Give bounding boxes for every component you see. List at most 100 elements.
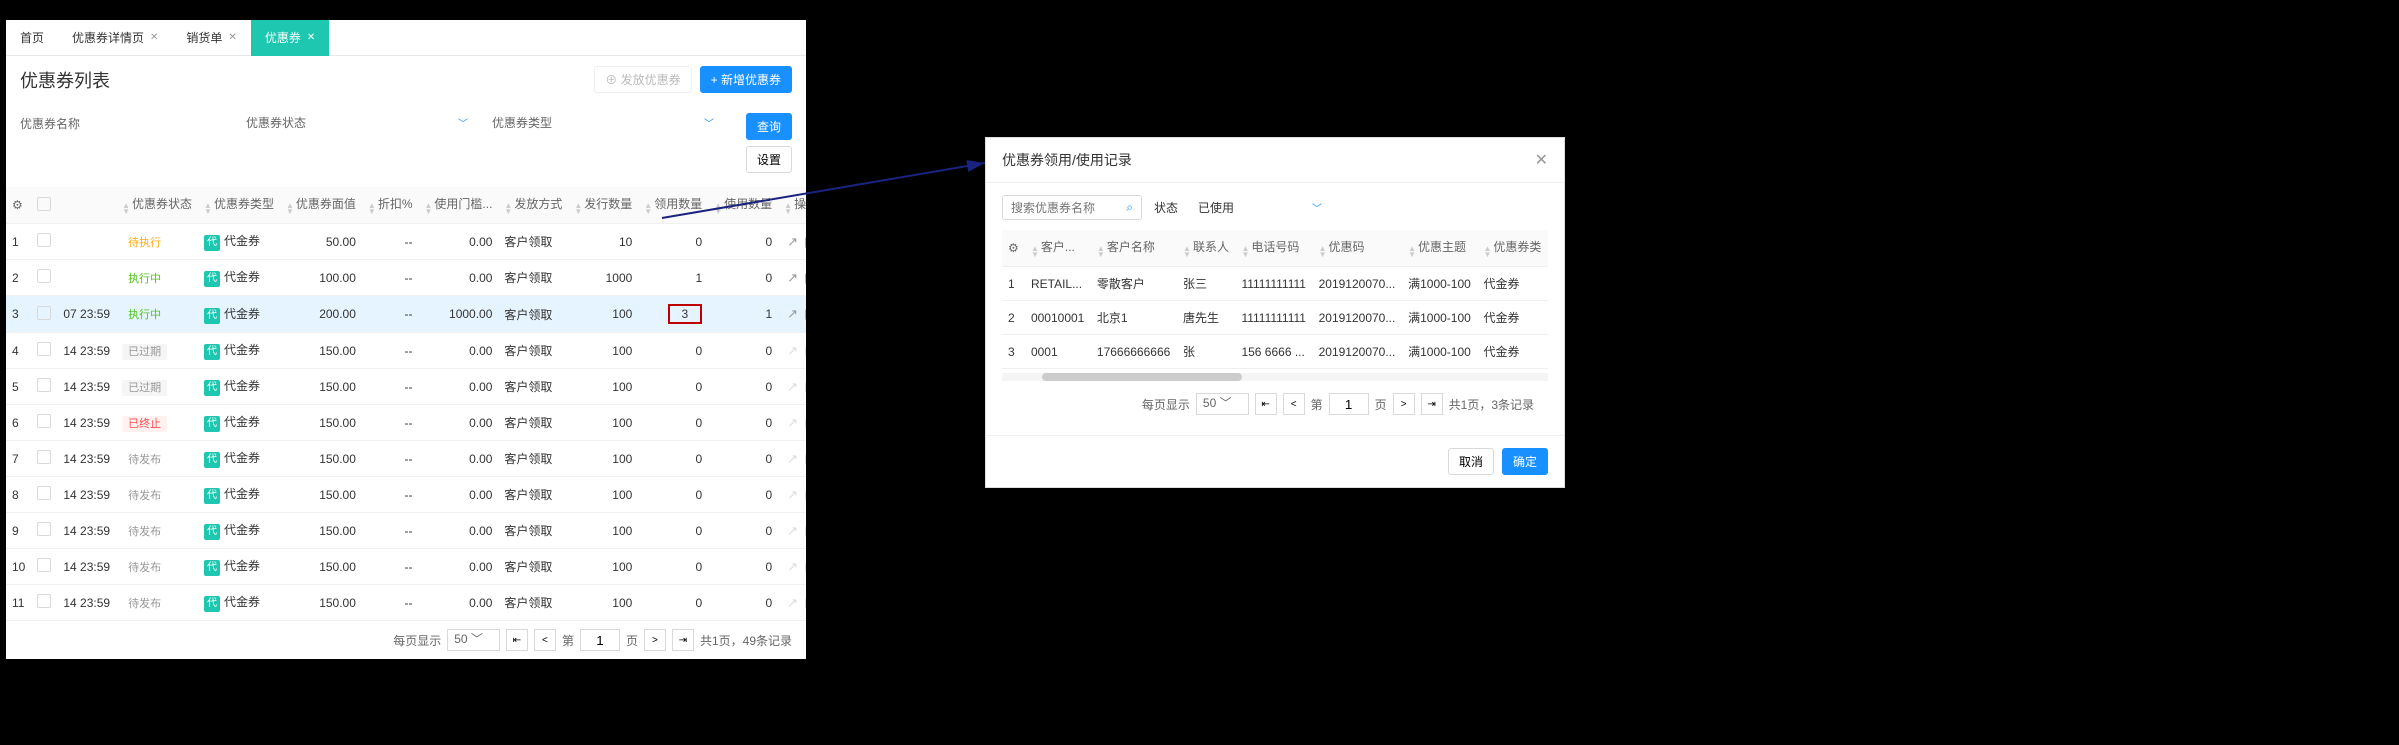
row-checkbox[interactable] <box>37 306 51 320</box>
row-checkbox[interactable] <box>37 233 51 247</box>
row-checkbox[interactable] <box>37 486 51 500</box>
sort-icon[interactable]: ▲▼ <box>1031 246 1039 258</box>
column-header[interactable]: ▲▼优惠券面值 <box>280 187 362 224</box>
table-row[interactable]: 514 23:59已过期代代金券150.00--0.00客户领取10000↗▦ <box>6 369 806 405</box>
filter-name-input[interactable] <box>86 113 226 133</box>
row-checkbox[interactable] <box>37 342 51 356</box>
row-checkbox[interactable] <box>37 594 51 608</box>
receive-count[interactable]: 0 <box>638 405 708 441</box>
table-row[interactable]: 1待执行代代金券50.00--0.00客户领取1000↗▦ <box>6 224 806 260</box>
gear-icon[interactable]: ⚙ <box>12 198 23 212</box>
qr-icon[interactable]: ▦ <box>804 234 806 249</box>
horizontal-scrollbar[interactable] <box>1002 373 1548 381</box>
column-header[interactable]: ▲▼操作 <box>778 187 806 224</box>
sort-icon[interactable]: ▲▼ <box>644 203 652 215</box>
sort-icon[interactable]: ▲▼ <box>784 203 792 215</box>
column-header[interactable]: ▲▼联系人 <box>1177 230 1235 267</box>
sort-icon[interactable]: ▲▼ <box>1241 246 1249 258</box>
tab-1[interactable]: 优惠券详情页✕ <box>58 20 172 56</box>
first-page-button[interactable]: ⇤ <box>1255 393 1277 415</box>
per-page-select[interactable]: 50 ﹀ <box>447 629 500 651</box>
row-checkbox[interactable] <box>37 558 51 572</box>
modal-per-page-select[interactable]: 50 ﹀ <box>1196 393 1249 415</box>
modal-search-input[interactable]: ⌕ <box>1002 195 1142 220</box>
filter-status-select[interactable]: ﹀ <box>312 113 472 132</box>
column-header[interactable]: ▲▼客户名称 <box>1091 230 1177 267</box>
confirm-button[interactable]: 确定 <box>1502 448 1548 475</box>
tab-3[interactable]: 优惠券✕ <box>251 20 329 56</box>
sort-icon[interactable]: ▲▼ <box>1097 246 1105 258</box>
modal-status-select[interactable]: 已使用 ﹀ <box>1190 195 1330 220</box>
prev-page-button[interactable]: < <box>1283 393 1305 415</box>
sort-icon[interactable]: ▲▼ <box>424 203 432 215</box>
column-header[interactable]: ▲▼使用数量 <box>708 187 778 224</box>
query-button[interactable]: 查询 <box>746 113 792 140</box>
close-icon[interactable]: ✕ <box>1535 150 1548 170</box>
receive-count[interactable]: 0 <box>638 477 708 513</box>
sort-icon[interactable]: ▲▼ <box>1183 246 1191 258</box>
export-icon[interactable]: ↗ <box>787 270 798 285</box>
last-page-button[interactable]: ⇥ <box>1421 393 1443 415</box>
settings-button[interactable]: 设置 <box>746 146 792 173</box>
sort-icon[interactable]: ▲▼ <box>286 203 294 215</box>
qr-icon[interactable]: ▦ <box>804 270 806 285</box>
table-row[interactable]: 414 23:59已过期代代金券150.00--0.00客户领取10000↗▦ <box>6 333 806 369</box>
tab-0[interactable]: 首页 <box>6 20 58 56</box>
highlighted-value[interactable]: 3 <box>668 304 703 324</box>
sort-icon[interactable]: ▲▼ <box>1408 246 1416 258</box>
column-header[interactable]: ▲▼优惠券状态 <box>116 187 198 224</box>
receive-count[interactable]: 0 <box>638 224 708 260</box>
row-checkbox[interactable] <box>37 522 51 536</box>
row-checkbox[interactable] <box>37 378 51 392</box>
prev-page-button[interactable]: < <box>534 629 556 651</box>
sort-icon[interactable]: ▲▼ <box>504 203 512 215</box>
close-icon[interactable]: ✕ <box>228 32 236 43</box>
sort-icon[interactable]: ▲▼ <box>368 203 376 215</box>
receive-count[interactable]: 0 <box>638 333 708 369</box>
table-row[interactable]: 1014 23:59待发布代代金券150.00--0.00客户领取10000↗▦ <box>6 549 806 585</box>
table-row[interactable]: 1RETAIL...零散客户张三111111111112019120070...… <box>1002 267 1548 301</box>
sort-icon[interactable]: ▲▼ <box>1483 246 1491 258</box>
next-page-button[interactable]: > <box>1393 393 1415 415</box>
column-header[interactable]: ▲▼折扣% <box>362 187 419 224</box>
sort-icon[interactable]: ▲▼ <box>714 203 722 215</box>
sort-icon[interactable]: ▲▼ <box>1319 246 1327 258</box>
table-row[interactable]: 2执行中代代金券100.00--0.00客户领取100010↗▦ <box>6 260 806 296</box>
sort-icon[interactable]: ▲▼ <box>122 203 130 215</box>
receive-count[interactable]: 0 <box>638 585 708 621</box>
modal-page-input[interactable] <box>1329 393 1369 415</box>
export-icon[interactable]: ↗ <box>787 234 798 249</box>
page-input[interactable] <box>580 629 620 651</box>
column-header[interactable]: ▲▼领用数量 <box>638 187 708 224</box>
sort-icon[interactable]: ▲▼ <box>574 203 582 215</box>
close-icon[interactable]: ✕ <box>307 32 315 43</box>
table-row[interactable]: 614 23:59已终止代代金券150.00--0.00客户领取10000↗▦ <box>6 405 806 441</box>
receive-count[interactable]: 0 <box>638 441 708 477</box>
column-header[interactable]: ▲▼优惠主题 <box>1402 230 1477 267</box>
last-page-button[interactable]: ⇥ <box>672 629 694 651</box>
table-row[interactable]: 1114 23:59待发布代代金券150.00--0.00客户领取10000↗▦ <box>6 585 806 621</box>
column-header[interactable]: ▲▼优惠码 <box>1313 230 1402 267</box>
close-icon[interactable]: ✕ <box>150 32 158 43</box>
table-row[interactable]: 3000117666666666张156 6666 ...2019120070.… <box>1002 335 1548 369</box>
table-row[interactable]: 307 23:59执行中代代金券200.00--1000.00客户领取10031… <box>6 296 806 333</box>
column-header[interactable]: ▲▼优惠券类 <box>1477 230 1548 267</box>
receive-count[interactable]: 1 <box>638 260 708 296</box>
table-row[interactable]: 714 23:59待发布代代金券150.00--0.00客户领取10000↗▦ <box>6 441 806 477</box>
column-header[interactable]: ▲▼使用门槛... <box>418 187 498 224</box>
column-header[interactable]: ▲▼电话号码 <box>1235 230 1312 267</box>
row-checkbox[interactable] <box>37 450 51 464</box>
receive-count[interactable]: 3 <box>638 296 708 333</box>
next-page-button[interactable]: > <box>644 629 666 651</box>
first-page-button[interactable]: ⇤ <box>506 629 528 651</box>
export-icon[interactable]: ↗ <box>787 306 798 321</box>
table-row[interactable]: 814 23:59待发布代代金券150.00--0.00客户领取10000↗▦ <box>6 477 806 513</box>
tab-2[interactable]: 销货单✕ <box>172 20 250 56</box>
column-header[interactable]: ▲▼发行数量 <box>568 187 638 224</box>
gear-icon[interactable]: ⚙ <box>1008 241 1019 255</box>
column-header[interactable]: ▲▼发放方式 <box>498 187 568 224</box>
select-all-checkbox[interactable] <box>37 197 51 211</box>
table-row[interactable]: 200010001北京1唐先生111111111112019120070...满… <box>1002 301 1548 335</box>
column-header[interactable]: ▲▼客户... <box>1025 230 1091 267</box>
column-header[interactable]: ▲▼优惠券类型 <box>198 187 280 224</box>
